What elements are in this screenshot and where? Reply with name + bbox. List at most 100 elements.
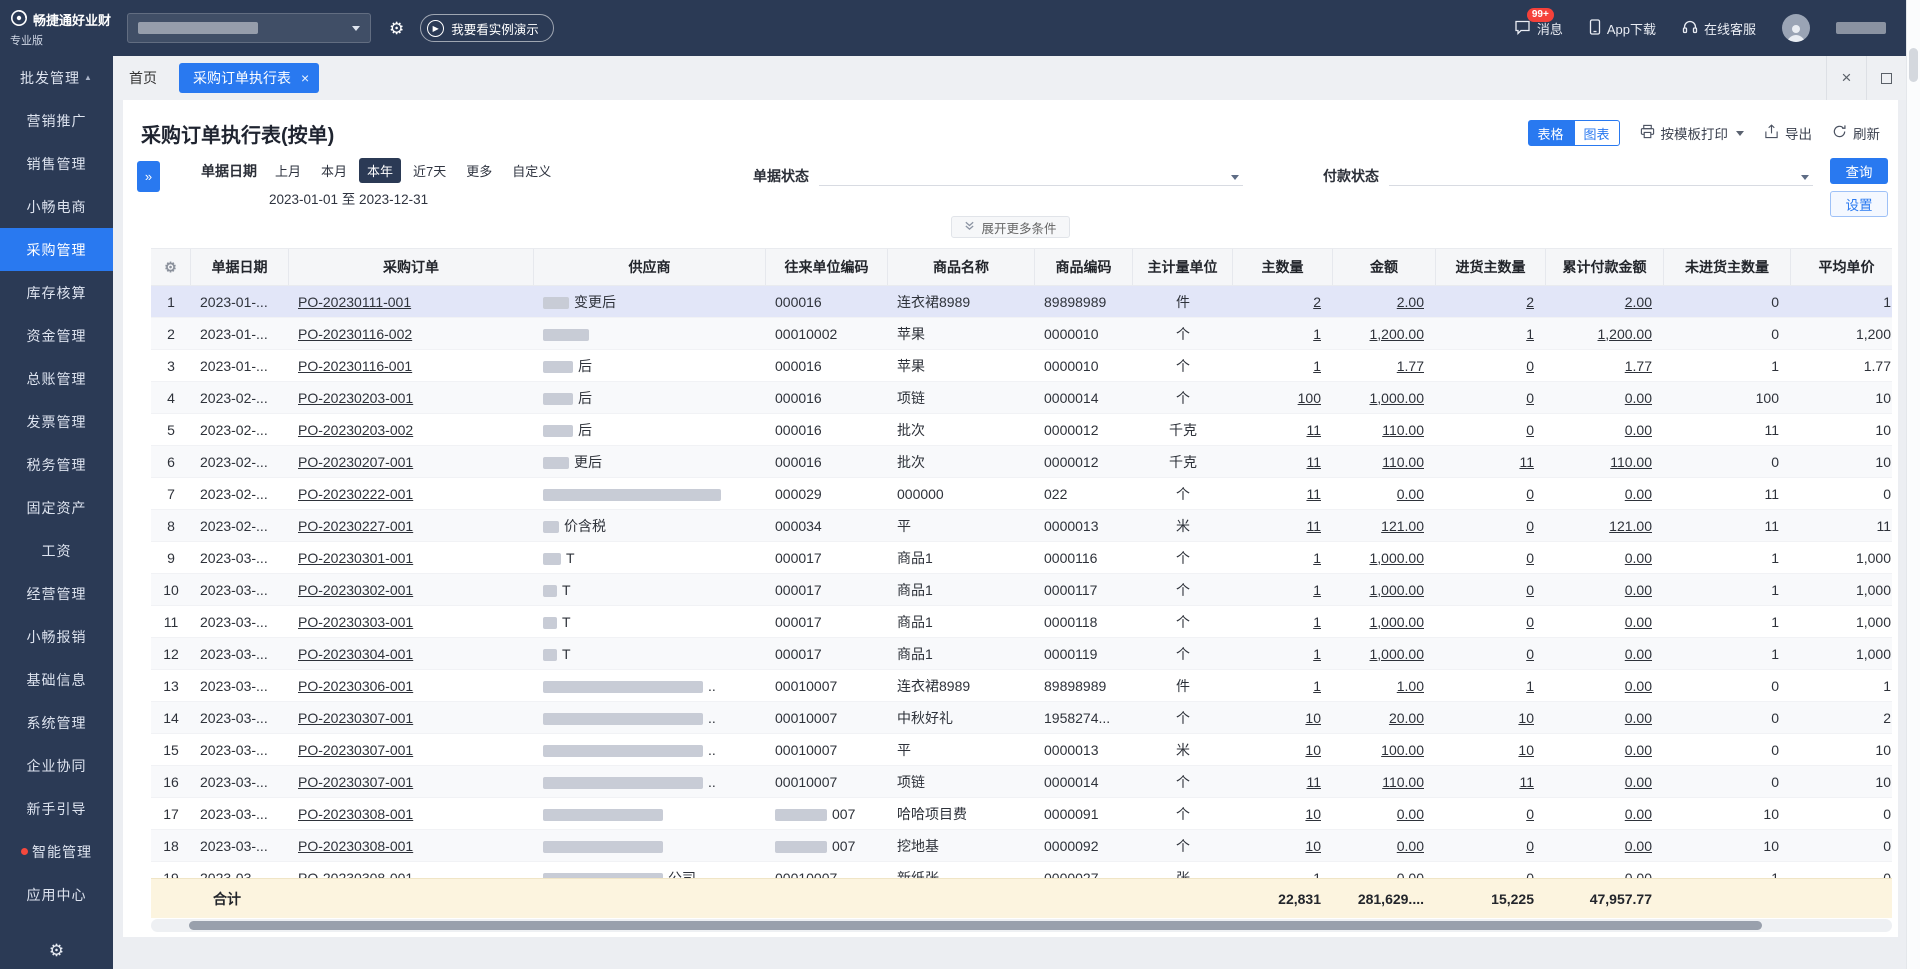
table-row[interactable]: 8 2023-02-... PO-20230227-001 价含税 000034 平 000… [151, 510, 1892, 542]
table-row[interactable]: 10 2023-03-... PO-20230302-001 T 000017 商品1 00… [151, 574, 1892, 606]
close-all-tabs-icon[interactable]: × [1826, 56, 1866, 100]
sidebar-item[interactable]: 固定资产 [0, 486, 113, 529]
qty-link[interactable]: 11 [1306, 422, 1321, 438]
po-link[interactable]: PO-20230307-001 [298, 710, 413, 726]
received-qty-link[interactable]: 0 [1526, 646, 1534, 662]
horizontal-scrollbar[interactable] [151, 919, 1892, 932]
paid-amount-link[interactable]: 0.00 [1625, 390, 1652, 406]
paid-amount-link[interactable]: 1.77 [1625, 358, 1652, 374]
qty-link[interactable]: 10 [1305, 806, 1321, 822]
sidebar-item[interactable]: 营销推广 [0, 99, 113, 142]
paid-amount-link[interactable]: 0.00 [1625, 678, 1652, 694]
received-qty-link[interactable]: 0 [1526, 582, 1534, 598]
po-link[interactable]: PO-20230303-001 [298, 614, 413, 630]
qty-link[interactable]: 1 [1313, 614, 1321, 630]
support-button[interactable]: 在线客服 [1682, 19, 1756, 38]
qty-link[interactable]: 10 [1305, 838, 1321, 854]
table-row[interactable]: 18 2023-03-... PO-20230308-001 007 挖地基 000009… [151, 830, 1892, 862]
date-chip[interactable]: 上月 [267, 158, 309, 183]
paid-amount-link[interactable]: 0.00 [1625, 838, 1652, 854]
qty-link[interactable]: 10 [1305, 742, 1321, 758]
received-qty-link[interactable]: 1 [1526, 678, 1534, 694]
doc-status-select[interactable] [819, 164, 1243, 186]
sidebar-item[interactable]: 销售管理 [0, 142, 113, 185]
received-qty-link[interactable]: 10 [1518, 742, 1534, 758]
sidebar-gear-icon[interactable]: ⚙ [0, 941, 113, 961]
sidebar-item[interactable]: 小畅电商 [0, 185, 113, 228]
amount-link[interactable]: 0.00 [1397, 486, 1424, 502]
export-button[interactable]: 导出 [1764, 123, 1812, 143]
po-link[interactable]: PO-20230207-001 [298, 454, 413, 470]
sidebar-item[interactable]: 批发管理 ▲ [0, 56, 113, 99]
amount-link[interactable]: 1,000.00 [1370, 582, 1425, 598]
qty-link[interactable]: 10 [1305, 710, 1321, 726]
sidebar-item[interactable]: 采购管理 [0, 228, 113, 271]
po-link[interactable]: PO-20230304-001 [298, 646, 413, 662]
received-qty-link[interactable]: 0 [1526, 390, 1534, 406]
paid-amount-link[interactable]: 0.00 [1625, 422, 1652, 438]
amount-link[interactable]: 110.00 [1382, 774, 1424, 790]
table-row[interactable]: 6 2023-02-... PO-20230207-001 更后 000016 批次 000… [151, 446, 1892, 478]
app-download-button[interactable]: App下载 [1589, 18, 1656, 38]
date-range[interactable]: 2023-01-01 至 2023-12-31 [269, 188, 1880, 208]
qty-link[interactable]: 1 [1313, 550, 1321, 566]
sidebar-item[interactable]: 新手引导 [0, 787, 113, 830]
pay-status-select[interactable] [1389, 164, 1813, 186]
qty-link[interactable]: 11 [1306, 486, 1321, 502]
paid-amount-link[interactable]: 0.00 [1625, 486, 1652, 502]
settings-button[interactable]: 设置 [1830, 191, 1888, 217]
date-chip[interactable]: 本月 [313, 158, 355, 183]
expand-more-button[interactable]: 展开更多条件 [951, 216, 1070, 238]
received-qty-link[interactable]: 0 [1526, 838, 1534, 854]
qty-link[interactable]: 1 [1313, 582, 1321, 598]
paid-amount-link[interactable]: 110.00 [1610, 454, 1652, 470]
received-qty-link[interactable]: 0 [1526, 870, 1534, 879]
table-row[interactable]: 12 2023-03-... PO-20230304-001 T 000017 商品1 00… [151, 638, 1892, 670]
paid-amount-link[interactable]: 0.00 [1625, 614, 1652, 630]
sidebar-item[interactable]: 税务管理 [0, 443, 113, 486]
received-qty-link[interactable]: 1 [1526, 326, 1534, 342]
sidebar-item[interactable]: 资金管理 [0, 314, 113, 357]
table-row[interactable]: 2 2023-01-... PO-20230116-002 00010002 苹果 000… [151, 318, 1892, 350]
amount-link[interactable]: 110.00 [1382, 422, 1424, 438]
table-row[interactable]: 15 2023-03-... PO-20230307-001.. 00010007 平 0… [151, 734, 1892, 766]
table-row[interactable]: 7 2023-02-... PO-20230222-001 000029 000000 0… [151, 478, 1892, 510]
sidebar-item[interactable]: 小畅报销 [0, 615, 113, 658]
sidebar-item[interactable]: 企业协同 [0, 744, 113, 787]
po-link[interactable]: PO-20230307-001 [298, 742, 413, 758]
po-link[interactable]: PO-20230203-002 [298, 422, 413, 438]
amount-link[interactable]: 100.00 [1381, 742, 1424, 758]
po-link[interactable]: PO-20230227-001 [298, 518, 413, 534]
table-row[interactable]: 11 2023-03-... PO-20230303-001 T 000017 商品1 00… [151, 606, 1892, 638]
po-link[interactable]: PO-20230308-001 [298, 806, 413, 822]
refresh-button[interactable]: 刷新 [1832, 123, 1880, 143]
paid-amount-link[interactable]: 0.00 [1625, 806, 1652, 822]
amount-link[interactable]: 2.00 [1397, 294, 1424, 310]
po-link[interactable]: PO-20230307-001 [298, 774, 413, 790]
amount-link[interactable]: 110.00 [1382, 454, 1424, 470]
messages-button[interactable]: 99+ 消息 [1514, 7, 1563, 38]
sidebar-item[interactable]: 应用中心 [0, 873, 113, 916]
amount-link[interactable]: 1.77 [1397, 358, 1424, 374]
paid-amount-link[interactable]: 0.00 [1625, 774, 1652, 790]
amount-link[interactable]: 1.00 [1397, 678, 1424, 694]
qty-link[interactable]: 1 [1313, 326, 1321, 342]
table-row[interactable]: 16 2023-03-... PO-20230307-001.. 00010007 项链… [151, 766, 1892, 798]
view-table-button[interactable]: 表格 [1527, 120, 1574, 146]
table-row[interactable]: 13 2023-03-... PO-20230306-001.. 00010007 连衣… [151, 670, 1892, 702]
tab-purchase-order-report[interactable]: 采购订单执行表 × [179, 63, 320, 93]
amount-link[interactable]: 121.00 [1381, 518, 1424, 534]
sidebar-item[interactable]: 经营管理 [0, 572, 113, 615]
sidebar-item[interactable]: 工资 [0, 529, 113, 572]
received-qty-link[interactable]: 11 [1519, 774, 1534, 790]
table-row[interactable]: 19 2023-03-... PO-20230308-001 公司 00010007 新纸… [151, 862, 1892, 878]
po-link[interactable]: PO-20230111-001 [298, 294, 411, 310]
paid-amount-link[interactable]: 121.00 [1609, 518, 1652, 534]
sidebar-item[interactable]: 总账管理 [0, 357, 113, 400]
po-link[interactable]: PO-20230203-001 [298, 390, 413, 406]
po-link[interactable]: PO-20230116-001 [298, 358, 412, 374]
qty-link[interactable]: 11 [1306, 518, 1321, 534]
tab-home[interactable]: 首页 [129, 68, 157, 88]
po-link[interactable]: PO-20230302-001 [298, 582, 413, 598]
qty-link[interactable]: 1 [1313, 678, 1321, 694]
